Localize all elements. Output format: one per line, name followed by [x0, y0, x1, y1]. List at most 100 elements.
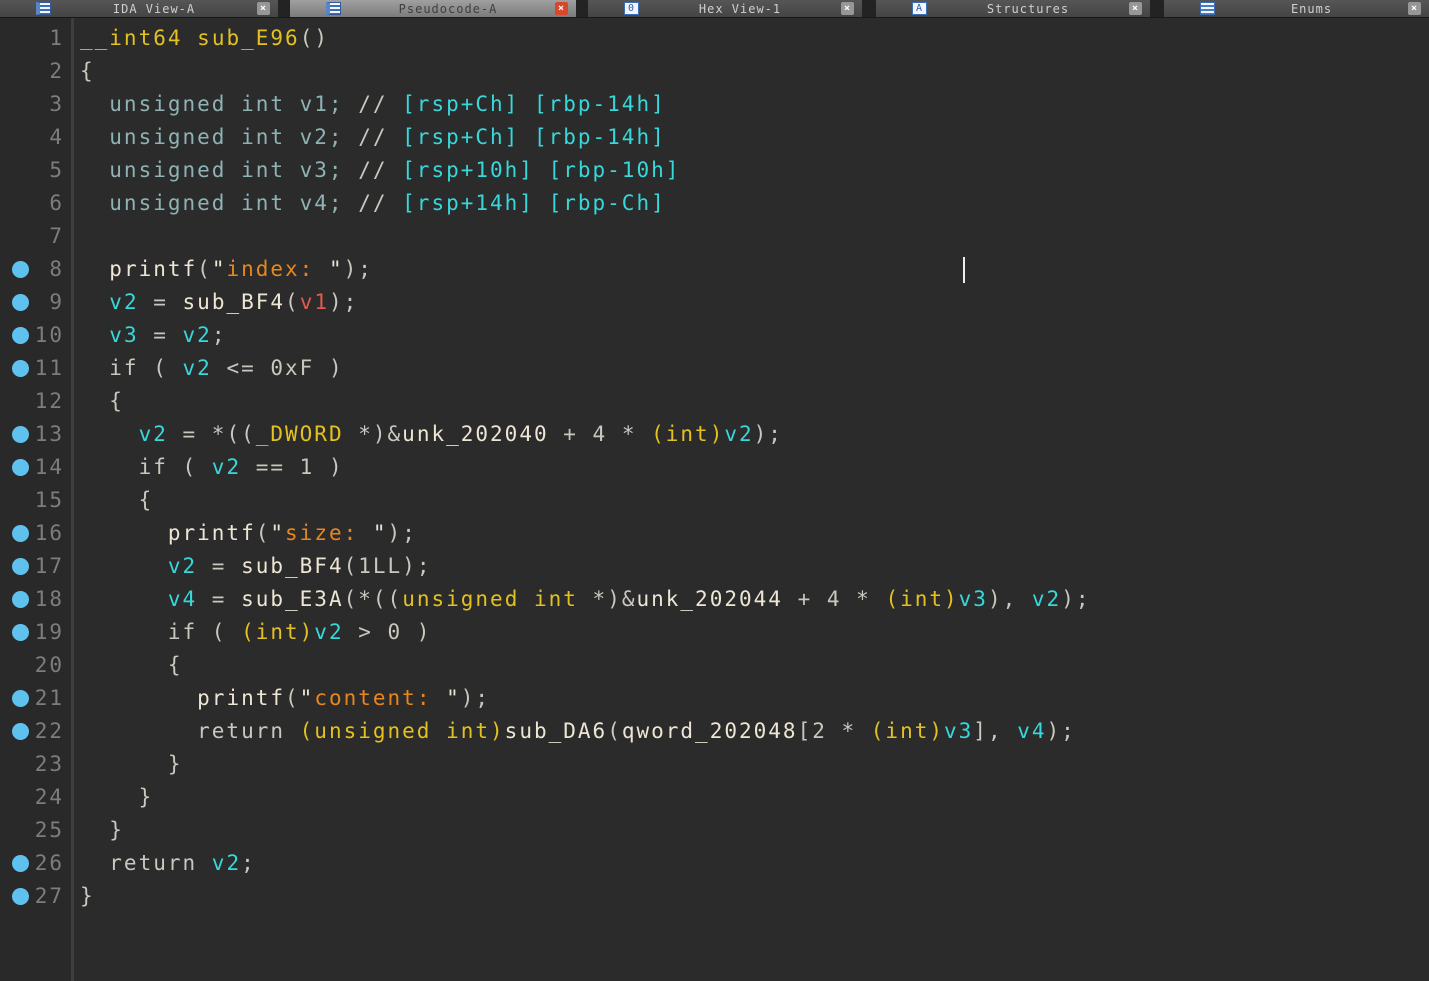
line-gutter[interactable]: 14	[0, 451, 74, 484]
breakpoint-dot[interactable]	[12, 327, 29, 344]
breakpoint-dot[interactable]	[12, 888, 29, 905]
line-gutter[interactable]: 21	[0, 682, 74, 715]
line-gutter[interactable]: 3	[0, 88, 74, 121]
line-gutter[interactable]: 6	[0, 187, 74, 220]
line-gutter[interactable]: 5	[0, 154, 74, 187]
close-icon[interactable]: ×	[1129, 2, 1142, 15]
close-icon[interactable]: ×	[1408, 2, 1421, 15]
line-gutter[interactable]: 23	[0, 748, 74, 781]
token: "	[372, 521, 388, 545]
token: if (	[80, 356, 183, 380]
code-text[interactable]: printf("content: ");	[74, 682, 490, 715]
code-text[interactable]: {	[74, 649, 183, 682]
code-text[interactable]: {	[74, 484, 153, 517]
line-number: 19	[34, 620, 64, 644]
code-text[interactable]: return (unsigned int)sub_DA6(qword_20204…	[74, 715, 1076, 748]
line-gutter[interactable]: 20	[0, 649, 74, 682]
line-gutter[interactable]: 13	[0, 418, 74, 451]
code-text[interactable]: v3 = v2;	[74, 319, 226, 352]
code-text[interactable]: v2 = sub_BF4(1LL);	[74, 550, 431, 583]
code-text[interactable]: }	[74, 880, 95, 913]
token: *)&	[343, 422, 403, 446]
close-icon[interactable]: ×	[841, 2, 854, 15]
code-line: 9 v2 = sub_BF4(v1);	[0, 286, 1429, 319]
line-gutter[interactable]: 26	[0, 847, 74, 880]
code-line: 14 if ( v2 == 1 )	[0, 451, 1429, 484]
code-text[interactable]: unsigned int v1; // [rsp+Ch] [rbp-14h]	[74, 88, 666, 121]
token: (	[607, 719, 622, 743]
breakpoint-dot[interactable]	[12, 624, 29, 641]
breakpoint-dot[interactable]	[12, 294, 29, 311]
code-text[interactable]: printf("size: ");	[74, 517, 417, 550]
tab-hex-view-1[interactable]: 0 Hex View-1 ×	[588, 0, 862, 17]
line-gutter[interactable]: 9	[0, 286, 74, 319]
enums-icon	[1200, 2, 1215, 15]
line-gutter[interactable]: 24	[0, 781, 74, 814]
code-text[interactable]: return v2;	[74, 847, 256, 880]
line-gutter[interactable]: 22	[0, 715, 74, 748]
code-text[interactable]: v4 = sub_E3A(*((unsigned int *)&unk_2020…	[74, 583, 1090, 616]
tab-pseudocode-a[interactable]: Pseudocode-A ×	[290, 0, 576, 17]
code-text[interactable]: }	[74, 781, 153, 814]
close-icon[interactable]: ×	[257, 2, 270, 15]
line-gutter[interactable]: 19	[0, 616, 74, 649]
breakpoint-dot[interactable]	[12, 855, 29, 872]
code-text[interactable]	[74, 220, 80, 253]
line-gutter[interactable]: 11	[0, 352, 74, 385]
line-gutter[interactable]: 1	[0, 22, 74, 55]
token: v2	[182, 356, 212, 380]
token: if (	[80, 455, 212, 479]
tab-structures[interactable]: A Structures ×	[876, 0, 1150, 17]
line-gutter[interactable]: 27	[0, 880, 74, 913]
line-gutter[interactable]: 17	[0, 550, 74, 583]
token: =	[138, 290, 183, 314]
breakpoint-dot[interactable]	[12, 360, 29, 377]
breakpoint-dot[interactable]	[12, 723, 29, 740]
line-number: 4	[49, 125, 64, 149]
breakpoint-dot[interactable]	[12, 459, 29, 476]
breakpoint-dot[interactable]	[12, 558, 29, 575]
code-text[interactable]: {	[74, 55, 95, 88]
token: if (	[80, 620, 242, 644]
code-text[interactable]: unsigned int v3; // [rsp+10h] [rbp-10h]	[74, 154, 680, 187]
code-text[interactable]: printf("index: ");	[74, 253, 965, 286]
code-text[interactable]: unsigned int v2; // [rsp+Ch] [rbp-14h]	[74, 121, 666, 154]
breakpoint-dot[interactable]	[12, 261, 29, 278]
tab-enums[interactable]: Enums ×	[1164, 0, 1429, 17]
line-gutter[interactable]: 16	[0, 517, 74, 550]
line-gutter[interactable]: 10	[0, 319, 74, 352]
line-gutter[interactable]: 12	[0, 385, 74, 418]
breakpoint-dot[interactable]	[12, 525, 29, 542]
line-gutter[interactable]: 2	[0, 55, 74, 88]
code-text[interactable]: unsigned int v4; // [rsp+14h] [rbp-Ch]	[74, 187, 666, 220]
code-text[interactable]: }	[74, 814, 124, 847]
breakpoint-dot[interactable]	[12, 690, 29, 707]
line-gutter[interactable]: 8	[0, 253, 74, 286]
code-text[interactable]: __int64 sub_E96()	[74, 22, 329, 55]
breakpoint-dot[interactable]	[12, 591, 29, 608]
token: (unsigned int)	[299, 719, 505, 743]
token: (	[197, 257, 212, 281]
tab-ida-view-a[interactable]: IDA View-A ×	[0, 0, 278, 17]
code-text[interactable]: if ( v2 == 1 )	[74, 451, 344, 484]
code-text[interactable]: v2 = *((_DWORD *)&unk_202040 + 4 * (int)…	[74, 418, 783, 451]
code-lines: 1 __int64 sub_E96() 2{3 unsigned int v1; /…	[0, 22, 1429, 913]
line-gutter[interactable]: 18	[0, 583, 74, 616]
line-gutter[interactable]: 25	[0, 814, 74, 847]
token: ()	[299, 26, 329, 50]
code-text[interactable]: if ( v2 <= 0xF )	[74, 352, 344, 385]
pseudocode-view: 1 __int64 sub_E96() 2{3 unsigned int v1; /…	[0, 18, 1429, 981]
line-gutter[interactable]: 15	[0, 484, 74, 517]
tab-label: Enums	[1290, 1, 1333, 16]
token: printf	[167, 521, 256, 545]
code-text[interactable]: v2 = sub_BF4(v1);	[74, 286, 358, 319]
token: );	[753, 422, 783, 446]
code-text[interactable]: {	[74, 385, 124, 418]
line-gutter[interactable]: 7	[0, 220, 74, 253]
close-icon[interactable]: ×	[555, 2, 568, 15]
line-number: 6	[49, 191, 64, 215]
code-text[interactable]: }	[74, 748, 183, 781]
breakpoint-dot[interactable]	[12, 426, 29, 443]
line-gutter[interactable]: 4	[0, 121, 74, 154]
code-text[interactable]: if ( (int)v2 > 0 )	[74, 616, 431, 649]
